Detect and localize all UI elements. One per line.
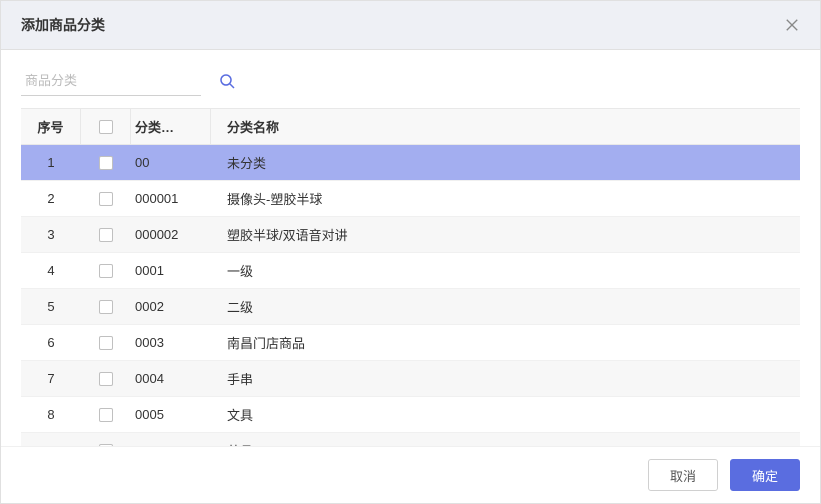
row-code: 0006	[131, 435, 211, 446]
row-code: 0001	[131, 255, 211, 286]
table-header: 序号 分类… 分类名称	[21, 109, 800, 145]
table-row[interactable]: 2 000001摄像头-塑胶半球	[21, 181, 800, 217]
close-icon[interactable]	[784, 17, 800, 33]
dialog: 添加商品分类 序号 分类…	[0, 0, 821, 504]
row-checkbox[interactable]	[99, 228, 113, 242]
row-check-cell	[81, 184, 131, 214]
table-row[interactable]: 8 0005文具	[21, 397, 800, 433]
header-check	[81, 109, 131, 144]
search-row	[21, 66, 800, 96]
row-seq: 2	[21, 183, 81, 214]
row-name: 二级	[211, 289, 800, 324]
confirm-button[interactable]: 确定	[730, 459, 800, 491]
row-name: 摄像头-塑胶半球	[211, 181, 800, 216]
row-checkbox[interactable]	[99, 264, 113, 278]
table-body[interactable]: 1 00未分类 2 000001摄像头-塑胶半球 3 000002塑胶半球/双语音对讲 4 0…	[21, 145, 800, 446]
row-checkbox[interactable]	[99, 372, 113, 386]
row-seq: 9	[21, 435, 81, 446]
row-check-cell	[81, 292, 131, 322]
header-seq: 序号	[21, 109, 81, 144]
row-seq: 8	[21, 399, 81, 430]
row-check-cell	[81, 220, 131, 250]
row-code: 00	[131, 147, 211, 178]
dialog-header: 添加商品分类	[1, 1, 820, 50]
search-icon[interactable]	[219, 73, 235, 89]
table-row[interactable]: 7 0004手串	[21, 361, 800, 397]
row-seq: 7	[21, 363, 81, 394]
table-row[interactable]: 1 00未分类	[21, 145, 800, 181]
row-checkbox[interactable]	[99, 444, 113, 447]
row-checkbox[interactable]	[99, 192, 113, 206]
dialog-title: 添加商品分类	[21, 15, 105, 35]
search-input[interactable]	[21, 66, 201, 96]
table-row[interactable]: 3 000002塑胶半球/双语音对讲	[21, 217, 800, 253]
row-code: 000002	[131, 219, 211, 250]
row-name: 手串	[211, 361, 800, 396]
table: 序号 分类… 分类名称 1 00未分类 2 000001摄像头-塑胶半球 3 000002…	[21, 108, 800, 446]
row-check-cell	[81, 436, 131, 447]
row-code: 0005	[131, 399, 211, 430]
table-row[interactable]: 6 0003南昌门店商品	[21, 325, 800, 361]
row-name: 南昌门店商品	[211, 325, 800, 360]
row-code: 0002	[131, 291, 211, 322]
row-checkbox[interactable]	[99, 156, 113, 170]
row-code: 000001	[131, 183, 211, 214]
table-row[interactable]: 9 0006茶具	[21, 433, 800, 446]
row-checkbox[interactable]	[99, 336, 113, 350]
dialog-body: 序号 分类… 分类名称 1 00未分类 2 000001摄像头-塑胶半球 3 000002…	[1, 50, 820, 446]
row-checkbox[interactable]	[99, 408, 113, 422]
select-all-checkbox[interactable]	[99, 120, 113, 134]
row-check-cell	[81, 256, 131, 286]
cancel-button[interactable]: 取消	[648, 459, 718, 491]
row-seq: 1	[21, 147, 81, 178]
row-check-cell	[81, 328, 131, 358]
row-check-cell	[81, 364, 131, 394]
row-check-cell	[81, 400, 131, 430]
row-code: 0004	[131, 363, 211, 394]
row-name: 文具	[211, 397, 800, 432]
row-name: 茶具	[211, 433, 800, 446]
row-code: 0003	[131, 327, 211, 358]
header-name: 分类名称	[211, 109, 800, 144]
dialog-footer: 取消 确定	[1, 446, 820, 503]
header-code: 分类…	[131, 109, 211, 144]
row-seq: 5	[21, 291, 81, 322]
row-name: 未分类	[211, 145, 800, 180]
row-name: 一级	[211, 253, 800, 288]
row-check-cell	[81, 148, 131, 178]
row-seq: 3	[21, 219, 81, 250]
table-row[interactable]: 4 0001一级	[21, 253, 800, 289]
row-checkbox[interactable]	[99, 300, 113, 314]
row-name: 塑胶半球/双语音对讲	[211, 217, 800, 252]
table-row[interactable]: 5 0002二级	[21, 289, 800, 325]
row-seq: 4	[21, 255, 81, 286]
row-seq: 6	[21, 327, 81, 358]
